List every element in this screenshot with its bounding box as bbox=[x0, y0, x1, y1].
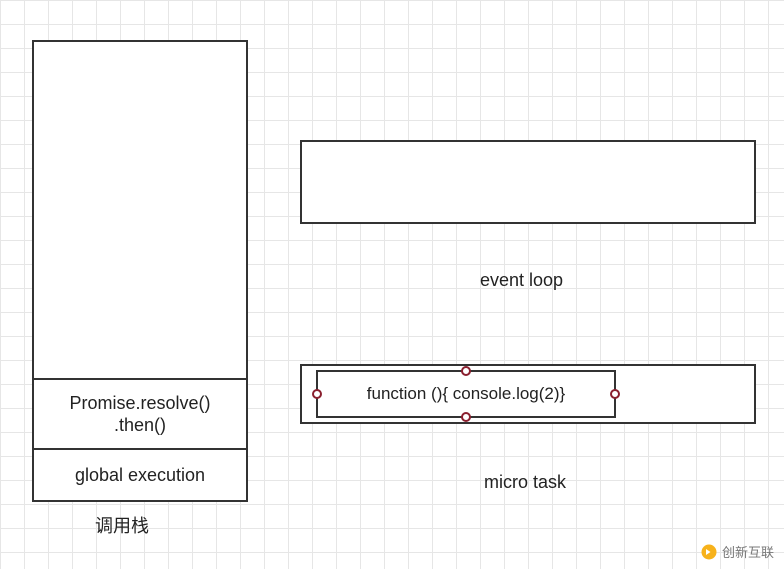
microtask-item-text: function (){ console.log(2)} bbox=[367, 384, 565, 404]
microtask-item-selected[interactable]: function (){ console.log(2)} bbox=[316, 370, 616, 418]
resize-handle-bottom-icon[interactable] bbox=[461, 412, 471, 422]
resize-handle-top-icon[interactable] bbox=[461, 366, 471, 376]
resize-handle-left-icon[interactable] bbox=[312, 389, 322, 399]
event-loop-box bbox=[300, 140, 756, 224]
resize-handle-right-icon[interactable] bbox=[610, 389, 620, 399]
microtask-queue-label: micro task bbox=[484, 472, 566, 493]
watermark-logo-icon bbox=[700, 543, 718, 561]
frame-line-2: .then() bbox=[114, 415, 166, 435]
event-loop-label: event loop bbox=[480, 270, 563, 291]
call-stack-box: Promise.resolve() .then() global executi… bbox=[32, 40, 248, 502]
watermark-text: 创新互联 bbox=[722, 542, 774, 561]
frame-line-1: Promise.resolve() bbox=[69, 393, 210, 413]
frame-line-1: global execution bbox=[75, 464, 205, 487]
stack-frame-promise: Promise.resolve() .then() bbox=[34, 378, 246, 448]
call-stack-label: 调用栈 bbox=[95, 512, 149, 538]
stack-frame-global: global execution bbox=[34, 448, 246, 500]
watermark: 创新互联 bbox=[700, 542, 774, 561]
